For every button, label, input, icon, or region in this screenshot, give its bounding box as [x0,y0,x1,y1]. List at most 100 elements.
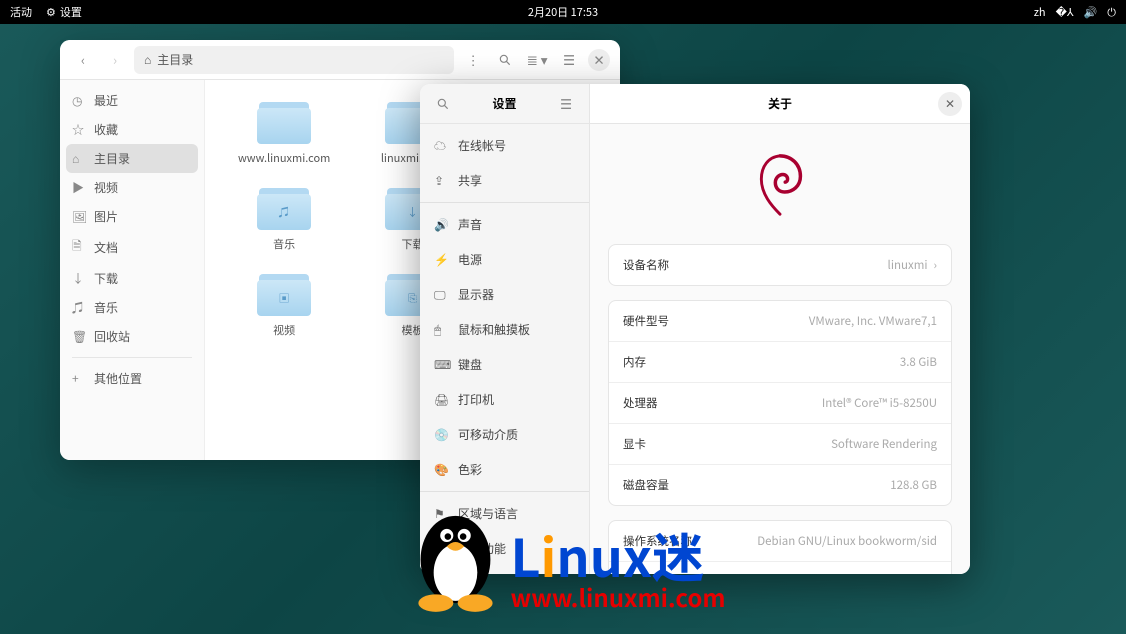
input-lang[interactable]: zh [1034,4,1046,20]
settings-item-label: 在线帐号 [458,137,506,154]
settings-item-icon: ⇪ [434,172,448,189]
settings-item[interactable]: ♿ 辅助功能 [420,531,589,566]
files-header: ‹ › ⌂ 主目录 ⋮ ≣ ▾ ☰ ✕ [60,40,620,80]
sidebar-label: 回收站 [94,328,130,345]
clock-icon: ◷ [72,92,86,109]
info-row: 磁盘容量 128.8 GB [609,465,951,505]
hardware-info-card: 硬件型号VMware, Inc. VMware7,1内存3.8 GiB处理器In… [608,300,952,506]
settings-item[interactable]: 🎨 色彩 [420,452,589,487]
info-value: Intel® Core™ i5-8250U [822,395,937,411]
trash-icon: 🗑 [72,328,86,345]
settings-search-button[interactable] [430,91,456,117]
info-row: 显卡Software Rendering [609,424,951,465]
info-label: 操作系统名称 [623,533,692,549]
sidebar-item-music[interactable]: ♫ 音乐 [60,293,204,322]
sidebar-label: 音乐 [94,299,118,316]
download-icon: ↓ [72,270,86,287]
sidebar-item-recent[interactable]: ◷ 最近 [60,86,204,115]
sidebar-item-home[interactable]: ⌂主目录 [66,144,198,173]
settings-item-label: 色彩 [458,461,482,478]
settings-item-label: 显示器 [458,286,494,303]
sidebar-item-trash[interactable]: 🗑 回收站 [60,322,204,351]
settings-sidebar: 设置 ☰ ☁ 在线帐号 ⇪ 共享 🔊声音⚡电源🖵显示器🖱鼠标和触摸板 ⌨ 键盘 🖨 打印机 💿可移… [420,84,590,574]
sidebar-label: 图片 [94,208,118,225]
folder-icon [257,100,311,144]
os-info-card: 操作系统名称Debian GNU/Linux bookworm/sid操作系统类… [608,520,952,574]
settings-item-icon: ⚡ [434,251,448,268]
folder-item[interactable]: ♫音乐 [225,186,343,252]
folder-icon: ▣ [257,272,311,316]
settings-item[interactable]: 💿可移动介质 [420,417,589,452]
settings-item[interactable]: ⚡电源 [420,242,589,277]
device-name-card[interactable]: 设备名称 linuxmi› [608,244,952,286]
files-sidebar: ◷ 最近 ☆收藏 ⌂主目录 ▶视频 🖼图片 🗎文档 ↓ 下载 ♫ 音乐 🗑 回收站 +其… [60,80,205,460]
sidebar-item-pictures[interactable]: 🖼图片 [60,202,204,231]
sidebar-item-other[interactable]: +其他位置 [60,364,204,393]
folder-item[interactable]: ▣ 视频 [225,272,343,338]
settings-item-label: 打印机 [458,391,494,408]
sidebar-item-videos[interactable]: ▶视频 [60,173,204,202]
home-icon: ⌂ [144,51,151,68]
back-button[interactable]: ‹ [70,47,96,73]
settings-item[interactable]: 🖨 打印机 [420,382,589,417]
volume-icon[interactable]: 🔊 [1084,4,1098,20]
clock[interactable]: 2月20日 17:53 [528,4,598,20]
settings-window: 设置 ☰ ☁ 在线帐号 ⇪ 共享 🔊声音⚡电源🖵显示器🖱鼠标和触摸板 ⌨ 键盘 🖨 打印机 💿可移… [420,84,970,574]
settings-item[interactable]: 🔊声音 [420,207,589,242]
settings-item-label: 键盘 [458,356,482,373]
settings-item[interactable]: ⌨ 键盘 [420,347,589,382]
path-bar[interactable]: ⌂ 主目录 [134,46,454,74]
sidebar-item-documents[interactable]: 🗎文档 [60,231,204,264]
search-button[interactable] [492,47,518,73]
settings-item[interactable]: 🖱鼠标和触摸板 [420,312,589,347]
folder-item[interactable]: www.linuxmi.com [225,100,343,166]
info-value: 128.8 GB [890,477,937,493]
music-icon: ♫ [72,299,86,316]
debian-logo [608,150,952,220]
gear-icon: ⚙ [46,4,56,20]
settings-item-icon: 🖨 [434,391,448,408]
network-icon[interactable]: �⅄ [1056,4,1074,20]
settings-item[interactable]: 🖵显示器 [420,277,589,312]
sidebar-item-downloads[interactable]: ↓ 下载 [60,264,204,293]
path-label: 主目录 [157,51,193,68]
info-label: 显卡 [623,436,646,452]
info-row: 处理器 Intel® Core™ i5-8250U [609,383,951,424]
device-name-value: linuxmi [888,257,928,273]
settings-item-icon: ☁ [434,137,448,154]
info-row: 内存3.8 GiB [609,342,951,383]
info-label: 磁盘容量 [623,477,669,493]
list-view-button[interactable]: ≣ ▾ [524,47,550,73]
folder-label: 音乐 [273,236,295,252]
sidebar-label: 文档 [94,239,118,256]
settings-item[interactable]: ⇪ 共享 [420,163,589,198]
settings-item-icon: ♿ [434,540,448,557]
more-button[interactable]: ⋮ [460,47,486,73]
forward-button[interactable]: › [102,47,128,73]
info-label: 硬件型号 [623,313,669,329]
settings-menu-button[interactable]: ☰ [553,91,579,117]
power-icon[interactable]: ⏻ [1107,4,1116,20]
settings-close-button[interactable]: ✕ [938,92,962,116]
settings-item-icon: ⌨ [434,356,448,373]
settings-title: 设置 [464,95,545,112]
settings-item-icon: 🎨 [434,461,448,478]
settings-item[interactable]: 👥用户 [420,566,589,574]
sidebar-item-starred[interactable]: ☆收藏 [60,115,204,144]
app-menu[interactable]: ⚙ 设置 [46,4,82,20]
info-label: 处理器 [623,395,658,411]
sidebar-label: 最近 [94,92,118,109]
chevron-right-icon: › [934,257,937,273]
info-label: 内存 [623,354,646,370]
sidebar-label: 下载 [94,270,118,287]
settings-item[interactable]: ⚑区域与语言 [420,496,589,531]
settings-item-label: 鼠标和触摸板 [458,321,530,338]
settings-item-label: 辅助功能 [458,540,506,557]
settings-item-label: 共享 [458,172,482,189]
hamburger-button[interactable]: ☰ [556,47,582,73]
activities-button[interactable]: 活动 [10,4,32,20]
sidebar-label: 其他位置 [94,370,142,387]
folder-label: 视频 [273,322,295,338]
settings-item[interactable]: ☁ 在线帐号 [420,128,589,163]
close-button[interactable]: ✕ [588,49,610,71]
